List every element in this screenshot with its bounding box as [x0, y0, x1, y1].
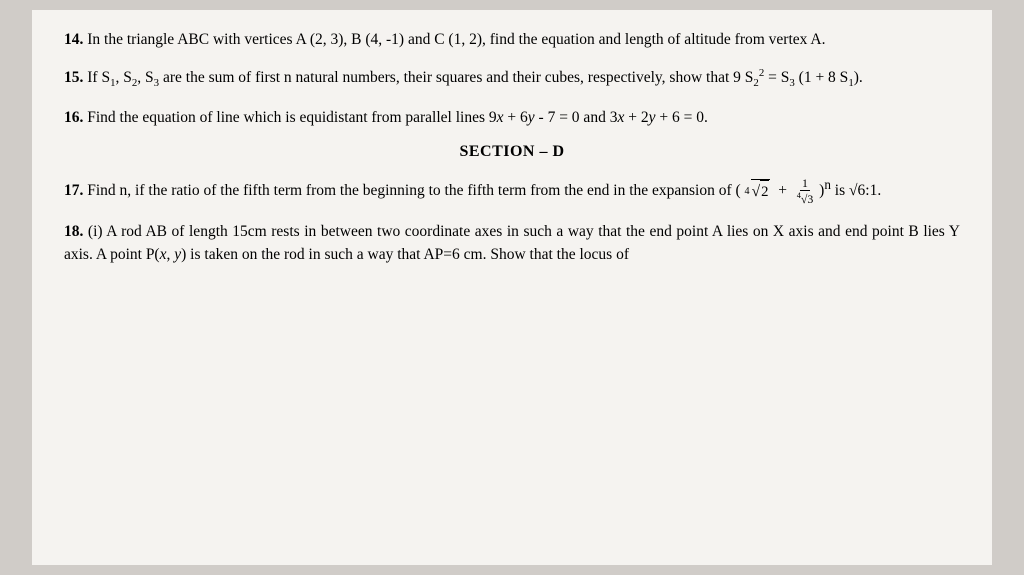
- fourth-root-2: 4√2: [745, 179, 771, 203]
- problem-16: 16. Find the equation of line which is e…: [64, 106, 960, 129]
- problem-16-number: 16.: [64, 109, 83, 126]
- problem-16-body: Find the equation of line which is equid…: [87, 109, 708, 126]
- problem-15: 15. If S1, S2, S3 are the sum of first n…: [64, 65, 960, 92]
- exponent-n: n: [824, 177, 831, 192]
- page: 14. In the triangle ABC with vertices A …: [32, 10, 992, 565]
- sup-2: 2: [759, 67, 764, 79]
- problem-14-body: In the triangle ABC with vertices A (2, …: [87, 31, 825, 48]
- sub-s3: 3: [154, 78, 159, 90]
- problem-18: 18. (i) A rod AB of length 15cm rests in…: [64, 220, 960, 267]
- problem-15-body: If S1, S2, S3 are the sum of first n nat…: [87, 69, 863, 86]
- fraction-numerator: 1: [800, 177, 810, 191]
- section-d-header: SECTION – D: [64, 143, 960, 161]
- sub-s3b: 3: [789, 78, 794, 90]
- problem-17: 17. Find n, if the ratio of the fifth te…: [64, 175, 960, 206]
- sub-s2: 2: [132, 78, 137, 90]
- fraction-denominator: 4√3: [795, 191, 816, 206]
- problem-14: 14. In the triangle ABC with vertices A …: [64, 28, 960, 51]
- sub-s1b: 1: [848, 78, 853, 90]
- sub-s1: 1: [110, 78, 115, 90]
- problem-18-body: (i) A rod AB of length 15cm rests in bet…: [64, 223, 960, 263]
- root-index-4: 4: [745, 184, 750, 199]
- problem-18-number: 18.: [64, 223, 83, 240]
- section-d-label: SECTION – D: [459, 143, 564, 160]
- fraction-1-over-4root3: 1 4√3: [795, 177, 816, 206]
- problem-14-number: 14.: [64, 31, 83, 48]
- problem-17-body: Find n, if the ratio of the fifth term f…: [87, 182, 881, 199]
- problem-14-text: 14. In the triangle ABC with vertices A …: [64, 31, 826, 48]
- problem-17-number: 17.: [64, 182, 83, 199]
- problem-15-number: 15.: [64, 69, 83, 86]
- sub-s2b: 2: [753, 78, 758, 90]
